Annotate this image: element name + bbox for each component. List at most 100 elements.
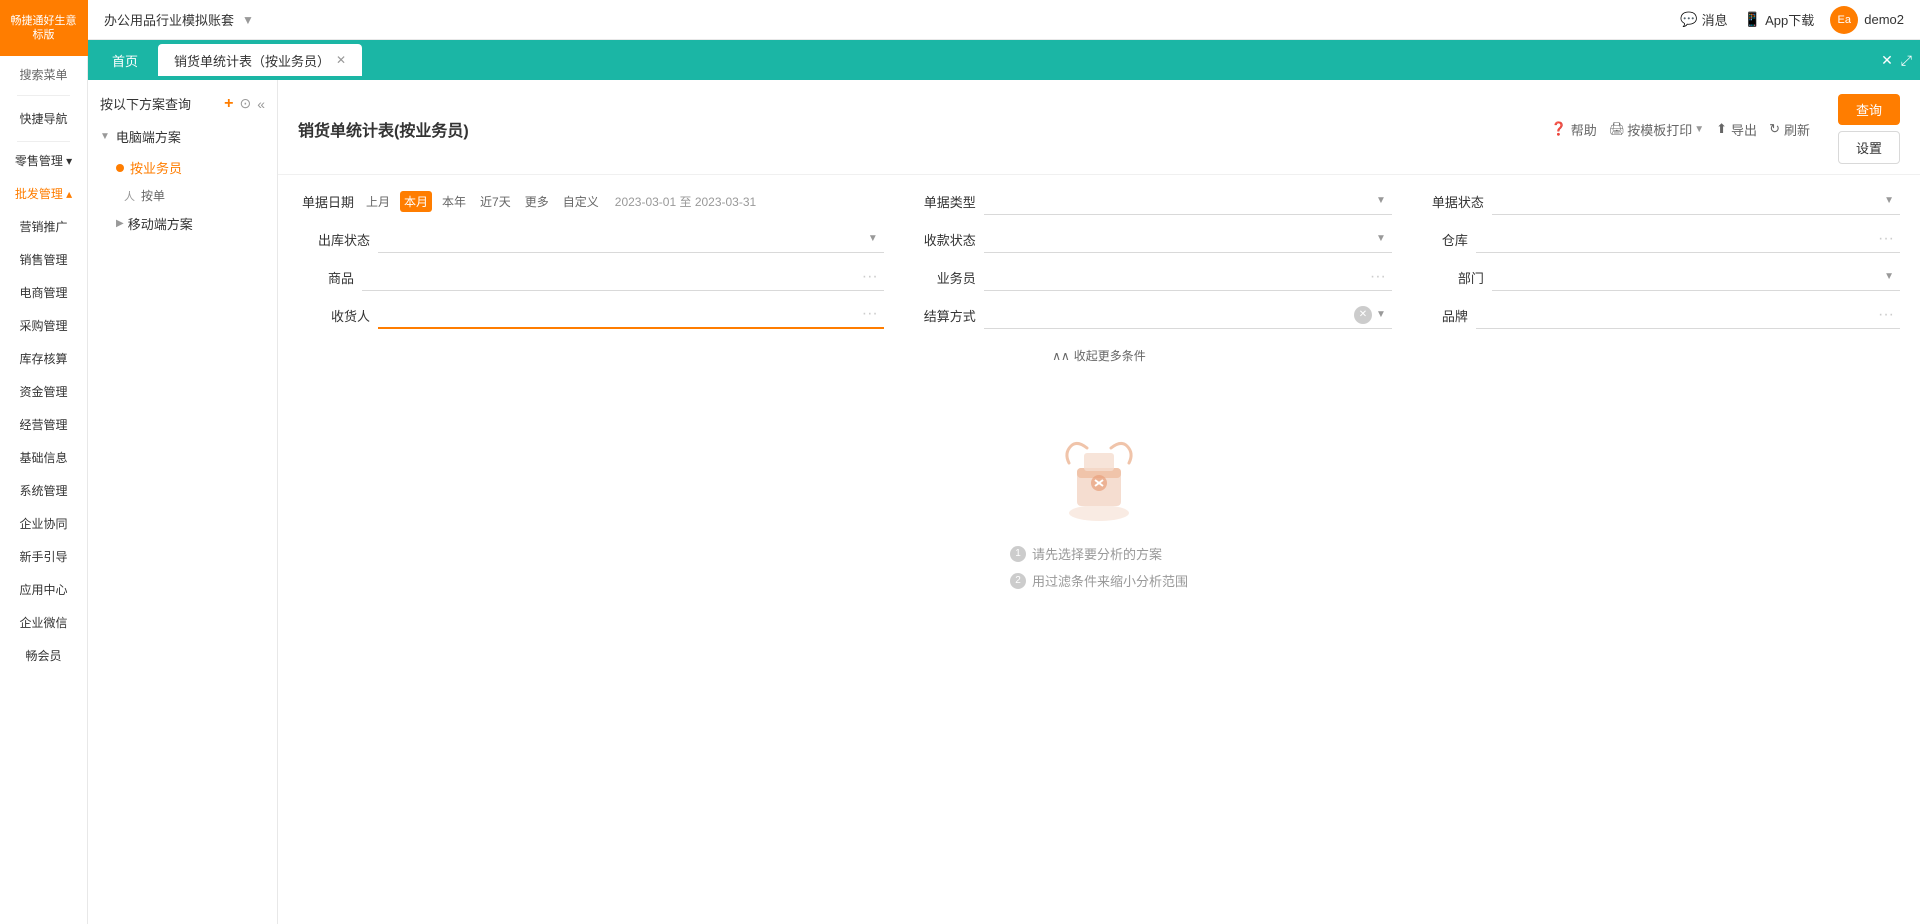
- salesperson-dots[interactable]: ···: [1370, 268, 1386, 286]
- scheme-item-by-salesperson[interactable]: 按业务员: [88, 152, 277, 183]
- consignee-dots[interactable]: ···: [862, 305, 878, 323]
- date-area: 上月 本月 本年 近7天 更多 自定义 2023-03-01 至 2023-03…: [362, 191, 884, 212]
- tip-text-1: 请先选择要分析的方案: [1032, 544, 1162, 563]
- sidebar-item-basic[interactable]: 基础信息: [0, 441, 87, 474]
- salesperson-label: 业务员: [904, 268, 976, 287]
- filter-receipt-status: 收款状态 ▼: [904, 225, 1392, 253]
- salesperson-select[interactable]: ···: [984, 263, 1392, 291]
- sidebar-item-finance[interactable]: 资金管理: [0, 375, 87, 408]
- template-print-button[interactable]: 🖨 按模板打印 ▼: [1609, 120, 1704, 139]
- app-download-button[interactable]: 📱 App下载: [1744, 10, 1815, 29]
- goods-select[interactable]: ···: [362, 263, 884, 291]
- sidebar-item-sales[interactable]: 销售管理: [0, 243, 87, 276]
- sidebar-item-inventory[interactable]: 库存核算: [0, 342, 87, 375]
- settlement-select[interactable]: ✕ ▼: [984, 301, 1392, 329]
- filter-consignee: 收货人 ···: [298, 301, 884, 329]
- tab-sales-stats[interactable]: 销货单统计表（按业务员） ✕: [158, 44, 362, 76]
- date-tab-more[interactable]: 更多: [521, 191, 553, 212]
- date-tab-last-month[interactable]: 上月: [362, 191, 394, 212]
- brand-dots[interactable]: ···: [1878, 306, 1894, 324]
- download-icon: 📱: [1744, 11, 1761, 28]
- date-tab-this-month[interactable]: 本月: [400, 191, 432, 212]
- sidebar-search[interactable]: 搜索菜单: [0, 56, 87, 93]
- tabbar: 首页 销货单统计表（按业务员） ✕ ✕ ⤢: [88, 40, 1920, 80]
- filter-goods: 商品 ···: [298, 263, 884, 291]
- settlement-label: 结算方式: [904, 306, 976, 325]
- settings-button[interactable]: 设置: [1838, 131, 1900, 164]
- sidebar-item-ecommerce[interactable]: 电商管理: [0, 276, 87, 309]
- refresh-button[interactable]: ↻ 刷新: [1769, 120, 1810, 139]
- date-tab-custom[interactable]: 自定义: [559, 191, 603, 212]
- page-actions: ❓ 帮助 🖨 按模板打印 ▼ ⬆ 导出 ↻ 刷新: [1551, 94, 1901, 164]
- sidebar-item-wechat[interactable]: 企业微信: [0, 606, 87, 639]
- doc-type-select[interactable]: ▼: [984, 187, 1392, 215]
- help-button[interactable]: ❓ 帮助: [1551, 120, 1597, 139]
- filter-row-2: 出库状态 ▼ 收款状态 ▼: [298, 225, 1900, 253]
- message-button[interactable]: 💬 消息: [1680, 10, 1727, 29]
- sidebar-item-enterprise[interactable]: 企业协同: [0, 507, 87, 540]
- topbar: 办公用品行业模拟账套 ▼ 💬 消息 📱 App下载 Ea demo2: [88, 0, 1920, 40]
- user-avatar: Ea: [1830, 6, 1858, 34]
- tab-expand-icon[interactable]: ⤢: [1901, 52, 1912, 69]
- filter-date: 单据日期 上月 本月 本年 近7天 更多 自定义 2023-03-01 至 20…: [298, 191, 884, 212]
- sidebar-item-purchase[interactable]: 采购管理: [0, 309, 87, 342]
- department-select[interactable]: ▼: [1492, 263, 1900, 291]
- sidebar-item-appcenter[interactable]: 应用中心: [0, 573, 87, 606]
- desktop-scheme-title[interactable]: ▼ 电脑端方案: [88, 121, 277, 152]
- brand-select[interactable]: ···: [1476, 301, 1900, 329]
- app-logo[interactable]: 畅捷通好生意 标版: [0, 0, 88, 56]
- active-dot: [116, 164, 124, 172]
- sidebar-item-wholesale[interactable]: 批发管理 ▴: [0, 177, 87, 210]
- topbar-right: 💬 消息 📱 App下载 Ea demo2: [1680, 6, 1904, 34]
- search-menu-label[interactable]: 搜索菜单: [19, 68, 67, 82]
- department-label: 部门: [1412, 268, 1484, 287]
- settlement-clear-button[interactable]: ✕: [1354, 306, 1372, 324]
- query-button[interactable]: 查询: [1838, 94, 1900, 125]
- doc-status-select[interactable]: ▼: [1492, 187, 1900, 215]
- page-header: 销货单统计表(按业务员) ❓ 帮助 🖨 按模板打印 ▼ ⬆ 导出: [278, 80, 1920, 175]
- date-tab-last7[interactable]: 近7天: [476, 191, 515, 212]
- sidebar-item-marketing[interactable]: 营销推广: [0, 210, 87, 243]
- warehouse-dots[interactable]: ···: [1878, 230, 1894, 248]
- sidebar-item-retail[interactable]: 零售管理 ▾: [0, 144, 87, 177]
- sidebar-item-system[interactable]: 系统管理: [0, 474, 87, 507]
- template-print-label: 按模板打印: [1627, 120, 1692, 139]
- add-scheme-button[interactable]: +: [224, 95, 233, 113]
- receipt-status-select[interactable]: ▼: [984, 225, 1392, 253]
- sidebar-item-member[interactable]: 畅会员: [0, 639, 87, 672]
- scheme-settings-icon[interactable]: ⊙: [239, 95, 251, 112]
- desktop-scheme-label: 电脑端方案: [116, 127, 181, 146]
- sidebar-item-newbie[interactable]: 新手引导: [0, 540, 87, 573]
- collapse-bar: ∧∧ 收起更多条件: [298, 339, 1900, 368]
- sidebar: 畅捷通好生意 标版 搜索菜单 快捷导航 零售管理 ▾ 批发管理 ▴ 营销推广 销…: [0, 0, 88, 924]
- print-dropdown-arrow: ▼: [1694, 124, 1704, 135]
- collapse-panel-icon[interactable]: «: [257, 96, 265, 112]
- tab-home-label: 首页: [112, 51, 138, 70]
- desktop-section-arrow: ▼: [100, 131, 110, 142]
- scheme-item-by-order[interactable]: 人 按单: [88, 183, 277, 208]
- scheme-item-order-label: 按单: [141, 187, 165, 204]
- collapse-button[interactable]: ∧∧ 收起更多条件: [1052, 347, 1146, 364]
- user-profile-button[interactable]: Ea demo2: [1830, 6, 1904, 34]
- right-content: 销货单统计表(按业务员) ❓ 帮助 🖨 按模板打印 ▼ ⬆ 导出: [278, 80, 1920, 924]
- tab-close-all-icon[interactable]: ✕: [1881, 52, 1893, 69]
- goods-dots[interactable]: ···: [862, 268, 878, 286]
- quick-nav-label[interactable]: 快捷导航: [0, 104, 87, 133]
- receipt-status-label: 收款状态: [904, 230, 976, 249]
- left-panel-header-actions: + ⊙ «: [224, 95, 265, 113]
- sidebar-item-operation[interactable]: 经营管理: [0, 408, 87, 441]
- tab-home[interactable]: 首页: [96, 44, 154, 76]
- out-status-select[interactable]: ▼: [378, 225, 884, 253]
- workspace-title[interactable]: 办公用品行业模拟账套: [104, 10, 234, 29]
- left-panel: 按以下方案查询 + ⊙ « ▼ 电脑端方案 按业务员 人 按单: [88, 80, 278, 924]
- tip-num-2: 2: [1010, 573, 1026, 589]
- mobile-scheme-title[interactable]: ▶ 移动端方案: [88, 208, 277, 239]
- export-button[interactable]: ⬆ 导出: [1716, 120, 1757, 139]
- warehouse-select[interactable]: ···: [1476, 225, 1900, 253]
- tab-close-icon[interactable]: ✕: [336, 53, 346, 67]
- left-panel-header: 按以下方案查询 + ⊙ «: [88, 90, 277, 121]
- workspace-arrow-icon[interactable]: ▼: [242, 13, 254, 27]
- consignee-select[interactable]: ···: [378, 301, 884, 329]
- sidebar-quick-nav[interactable]: 快捷导航: [0, 98, 87, 139]
- date-tab-this-year[interactable]: 本年: [438, 191, 470, 212]
